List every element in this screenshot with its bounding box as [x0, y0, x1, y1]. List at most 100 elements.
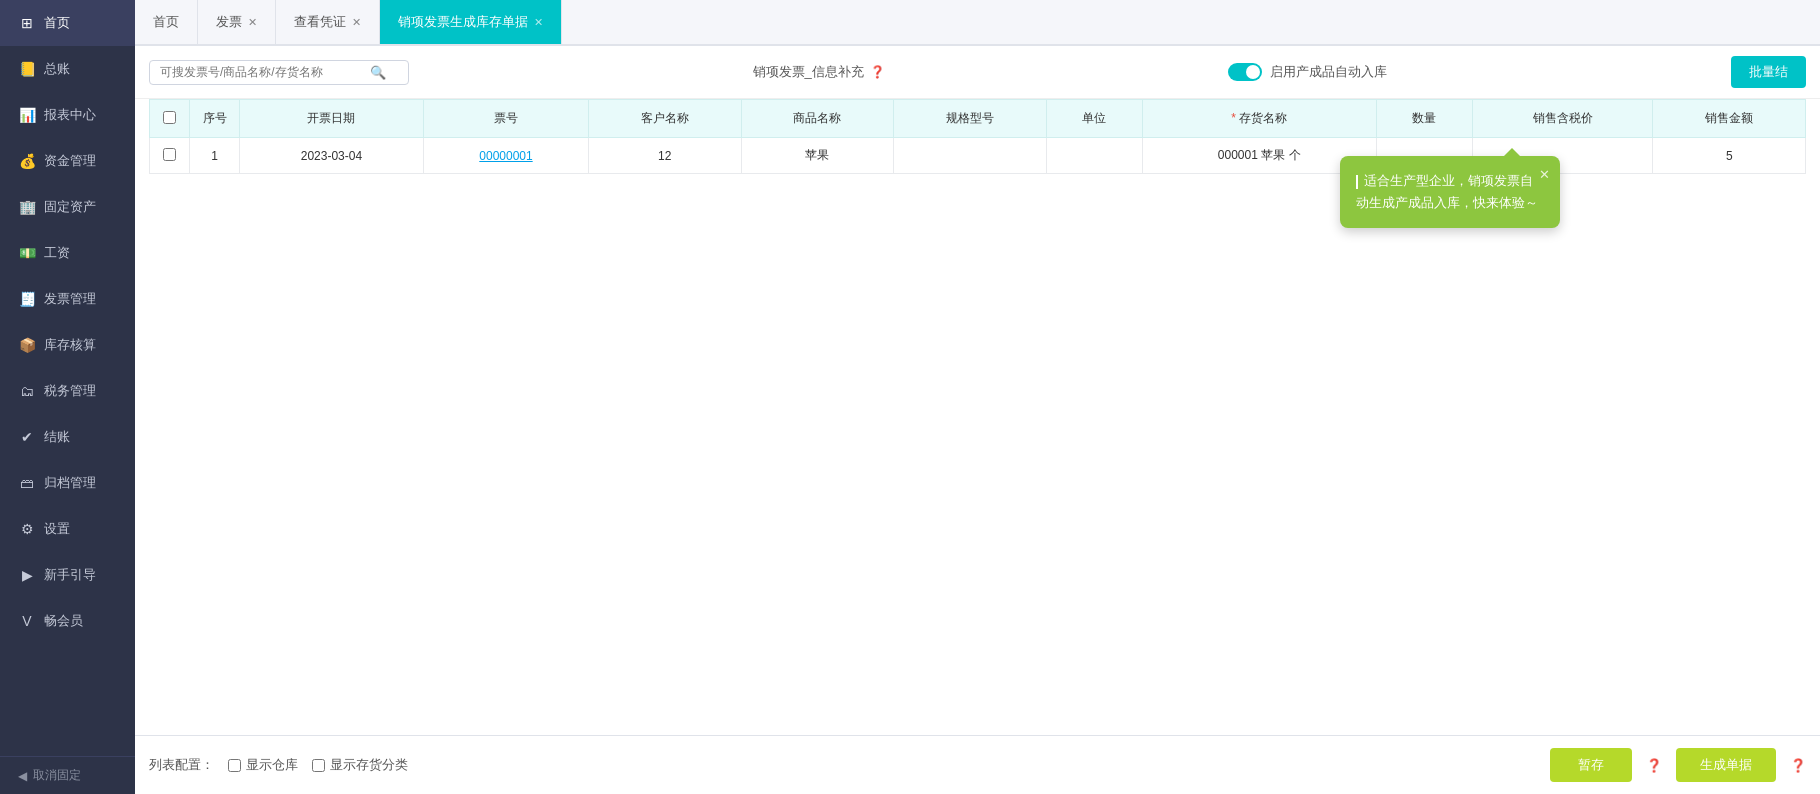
row-unit	[1046, 138, 1142, 174]
sidebar-item-inventory[interactable]: 📦 库存核算	[0, 322, 135, 368]
header-checkbox[interactable]	[150, 100, 190, 138]
sidebar-item-invoice[interactable]: 🧾 发票管理	[0, 276, 135, 322]
sidebar-item-home[interactable]: ⊞ 首页	[0, 0, 135, 46]
assets-icon: 🏢	[18, 199, 36, 215]
bottom-actions: 暂存 ❓ 生成单据 ❓	[1550, 748, 1806, 782]
header-ticket: 票号	[423, 100, 588, 138]
search-area[interactable]: 🔍	[149, 60, 409, 85]
sidebar-item-label: 发票管理	[44, 290, 96, 308]
bottom-bar: 列表配置： 显示仓库 显示存货分类 暂存 ❓ 生成单据 ❓	[135, 735, 1820, 794]
sidebar-bottom-label: 取消固定	[33, 767, 81, 784]
sidebar-item-label: 资金管理	[44, 152, 96, 170]
tab-home-label: 首页	[153, 13, 179, 31]
tab-generate-inventory-label: 销项发票生成库存单据	[398, 13, 528, 31]
sidebar-item-tax[interactable]: 🗂 税务管理	[0, 368, 135, 414]
tooltip-popup: ✕ 适合生产型企业，销项发票自动生成产成品入库，快来体验～	[1340, 156, 1560, 228]
tab-invoice[interactable]: 发票 ✕	[198, 0, 276, 44]
tab-invoice-close-icon[interactable]: ✕	[248, 16, 257, 29]
closing-icon: ✔	[18, 429, 36, 445]
home-icon: ⊞	[18, 15, 36, 31]
info-label-text: 销项发票_信息补充	[753, 63, 864, 81]
sidebar-item-label: 结账	[44, 428, 70, 446]
tab-home[interactable]: 首页	[135, 0, 198, 44]
toggle-area: 启用产成品自动入库	[1228, 63, 1387, 81]
ticket-link[interactable]: 00000001	[479, 149, 532, 163]
archive-icon: 🗃	[18, 475, 36, 491]
table-header-row: 序号 开票日期 票号 客户名称 商品名称 规格型号 单位 * 存货名称 数量 销…	[150, 100, 1806, 138]
sidebar-item-label: 报表中心	[44, 106, 96, 124]
sidebar-item-label: 设置	[44, 520, 70, 538]
payroll-icon: 💵	[18, 245, 36, 261]
sidebar-item-funds[interactable]: 💰 资金管理	[0, 138, 135, 184]
batch-button[interactable]: 批量结	[1731, 56, 1806, 88]
unpin-icon: ◀	[18, 769, 27, 783]
tab-voucher-close-icon[interactable]: ✕	[352, 16, 361, 29]
show-category-label[interactable]: 显示存货分类	[312, 756, 408, 774]
row-select-checkbox[interactable]	[163, 148, 176, 161]
row-date: 2023-03-04	[240, 138, 424, 174]
search-icon[interactable]: 🔍	[370, 65, 386, 80]
header-date: 开票日期	[240, 100, 424, 138]
vip-icon: V	[18, 613, 36, 629]
show-warehouse-checkbox[interactable]	[228, 759, 241, 772]
sidebar: ⊞ 首页 📒 总账 📊 报表中心 💰 资金管理 🏢 固定资产 💵 工资 🧾 发票…	[0, 0, 135, 794]
tab-generate-inventory-close-icon[interactable]: ✕	[534, 16, 543, 29]
info-help-icon[interactable]: ❓	[870, 65, 885, 79]
sidebar-unpin[interactable]: ◀ 取消固定	[0, 756, 135, 794]
sidebar-item-label: 工资	[44, 244, 70, 262]
header-customer: 客户名称	[589, 100, 741, 138]
tab-voucher-label: 查看凭证	[294, 13, 346, 31]
row-customer: 12	[589, 138, 741, 174]
table-container: 序号 开票日期 票号 客户名称 商品名称 规格型号 单位 * 存货名称 数量 销…	[135, 99, 1820, 735]
generate-button[interactable]: 生成单据	[1676, 748, 1776, 782]
sidebar-item-reports[interactable]: 📊 报表中心	[0, 92, 135, 138]
main-content: 首页 发票 ✕ 查看凭证 ✕ 销项发票生成库存单据 ✕ 🔍 销项发票_信息补充 …	[135, 0, 1820, 794]
sidebar-item-closing[interactable]: ✔ 结账	[0, 414, 135, 460]
sidebar-item-settings[interactable]: ⚙ 设置	[0, 506, 135, 552]
sidebar-item-label: 固定资产	[44, 198, 96, 216]
header-spec: 规格型号	[894, 100, 1046, 138]
ledger-icon: 📒	[18, 61, 36, 77]
header-tax-price: 销售含税价	[1472, 100, 1653, 138]
tab-voucher[interactable]: 查看凭证 ✕	[276, 0, 380, 44]
required-star: *	[1231, 111, 1239, 125]
sidebar-item-archive[interactable]: 🗃 归档管理	[0, 460, 135, 506]
tooltip-close-icon[interactable]: ✕	[1539, 164, 1550, 186]
guide-icon: ▶	[18, 567, 36, 583]
sidebar-item-label: 总账	[44, 60, 70, 78]
sidebar-item-ledger[interactable]: 📒 总账	[0, 46, 135, 92]
sidebar-item-label: 畅会员	[44, 612, 83, 630]
page-body: 🔍 销项发票_信息补充 ❓ 启用产成品自动入库 批量结	[135, 46, 1820, 794]
tab-invoice-label: 发票	[216, 13, 242, 31]
sidebar-item-payroll[interactable]: 💵 工资	[0, 230, 135, 276]
tab-generate-inventory[interactable]: 销项发票生成库存单据 ✕	[380, 0, 562, 44]
inventory-icon: 📦	[18, 337, 36, 353]
sidebar-item-label: 归档管理	[44, 474, 96, 492]
tax-icon: 🗂	[18, 383, 36, 399]
sidebar-item-vip[interactable]: V 畅会员	[0, 598, 135, 644]
invoice-icon: 🧾	[18, 291, 36, 307]
show-category-checkbox[interactable]	[312, 759, 325, 772]
save-help-icon[interactable]: ❓	[1646, 758, 1662, 773]
reports-icon: 📊	[18, 107, 36, 123]
generate-help-icon[interactable]: ❓	[1790, 758, 1806, 773]
sidebar-item-guide[interactable]: ▶ 新手引导	[0, 552, 135, 598]
sidebar-item-label: 库存核算	[44, 336, 96, 354]
sidebar-item-assets[interactable]: 🏢 固定资产	[0, 184, 135, 230]
sidebar-item-label: 税务管理	[44, 382, 96, 400]
header-qty: 数量	[1376, 100, 1472, 138]
row-checkbox[interactable]	[150, 138, 190, 174]
sidebar-item-label: 新手引导	[44, 566, 96, 584]
tooltip-text: 适合生产型企业，销项发票自动生成产成品入库，快来体验～	[1356, 173, 1538, 210]
row-amount: 5	[1653, 138, 1806, 174]
show-warehouse-label[interactable]: 显示仓库	[228, 756, 298, 774]
save-button[interactable]: 暂存	[1550, 748, 1632, 782]
row-ticket[interactable]: 00000001	[423, 138, 588, 174]
select-all-checkbox[interactable]	[163, 111, 176, 124]
auto-storage-toggle[interactable]	[1228, 63, 1262, 81]
header-seq: 序号	[190, 100, 240, 138]
row-product: 苹果	[741, 138, 893, 174]
search-input[interactable]	[160, 65, 370, 79]
tooltip-cursor-icon	[1356, 175, 1358, 189]
row-spec	[894, 138, 1046, 174]
